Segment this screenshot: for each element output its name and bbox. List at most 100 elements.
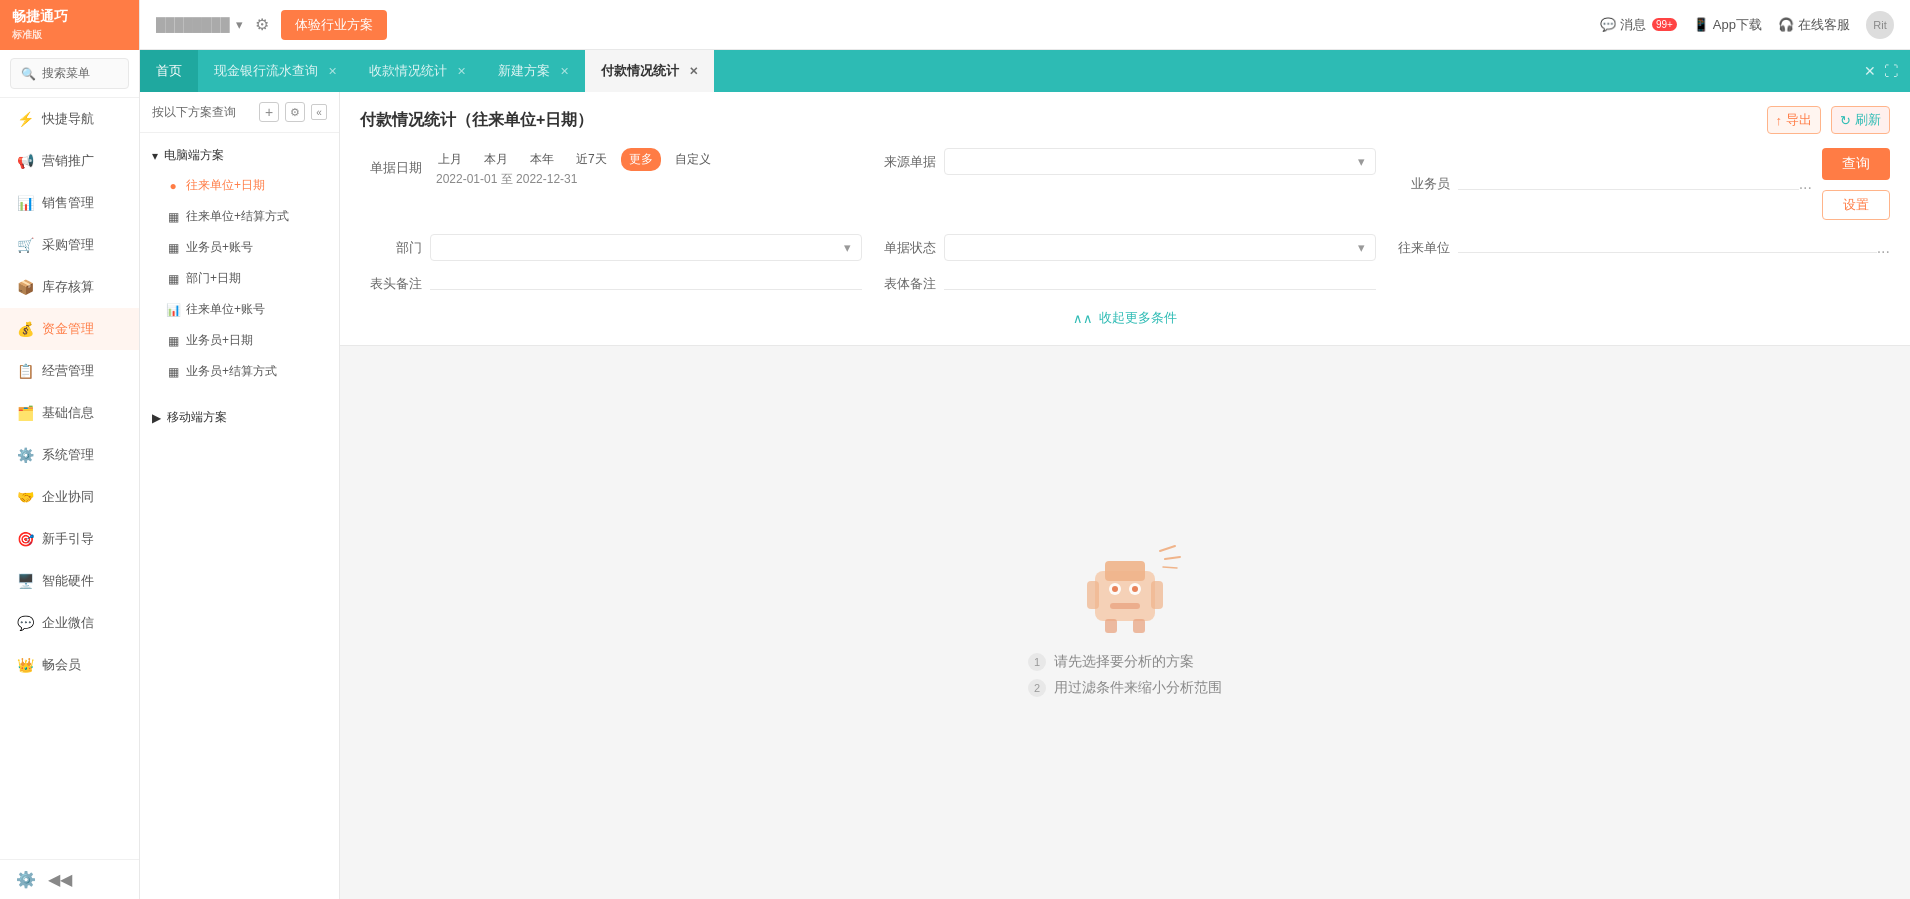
left-panel: 按以下方案查询 + ⚙ « ▾ 电脑端方案 ● 往来单位+日期 ▦ [140,92,340,899]
trial-industry-button[interactable]: 体验行业方案 [281,10,387,40]
edit-scheme-button[interactable]: ⚙ [285,102,305,122]
sidebar-item-finance[interactable]: 💰资金管理 [0,308,139,350]
tab-collection-stats-close[interactable]: ✕ [457,65,466,78]
user-avatar[interactable]: Rit [1866,11,1894,39]
salesman-dots[interactable]: ... [1799,175,1812,193]
setting-button[interactable]: 设置 [1822,190,1890,220]
date-tab-more[interactable]: 更多 [621,148,661,171]
close-tab-icon[interactable]: ✕ [1864,63,1876,79]
export-label: 导出 [1786,111,1812,129]
scheme-item-partner-settle[interactable]: ▦ 往来单位+结算方式 [140,201,339,232]
sidebar-item-operation[interactable]: 📋经营管理 [0,350,139,392]
date-tab-custom[interactable]: 自定义 [667,148,719,171]
step-1-text: 请先选择要分析的方案 [1054,653,1194,671]
scheme-item-partner-date[interactable]: ● 往来单位+日期 [140,170,339,201]
refresh-button[interactable]: ↻ 刷新 [1831,106,1890,134]
header-note-input[interactable] [430,279,862,290]
page-title: 付款情况统计（往来单位+日期） [360,110,593,131]
collapse-sidebar-icon[interactable]: ◀◀ [48,870,72,889]
sidebar-item-quick-nav[interactable]: ⚡快捷导航 [0,98,139,140]
scheme-item-partner-account[interactable]: 📊 往来单位+账号 [140,294,339,325]
sidebar-item-system[interactable]: ⚙️系统管理 [0,434,139,476]
partner-filter: 往来单位 ... [1388,239,1890,257]
maximize-icon[interactable]: ⛶ [1884,63,1898,79]
date-tab-this-month[interactable]: 本月 [476,148,516,171]
nav-icon-operation: 📋 [16,362,34,380]
nav-label-marketing: 营销推广 [42,152,94,170]
scheme-item-salesman-settle[interactable]: ▦ 业务员+结算方式 [140,356,339,387]
tab-collection-stats-label: 收款情况统计 [369,62,447,80]
sidebar-item-enterprise[interactable]: 🤝企业协同 [0,476,139,518]
company-name: ████████ [156,17,230,32]
settings-button[interactable]: ⚙ [255,15,269,34]
sidebar-item-basic-info[interactable]: 🗂️基础信息 [0,392,139,434]
scheme-item-label: 业务员+结算方式 [186,363,277,380]
main-content: ████████ ▾ ⚙ 体验行业方案 💬 消息 99+ 📱 App下载 🎧 在… [140,0,1910,899]
sidebar-item-sales[interactable]: 📊销售管理 [0,182,139,224]
search-menu-button[interactable]: 🔍 搜索菜单 [10,58,129,89]
partner-dots[interactable]: ... [1877,239,1890,257]
nav-icon-finance: 💰 [16,320,34,338]
tab-home[interactable]: 首页 [140,50,198,92]
scheme-item-salesman-date[interactable]: ▦ 业务员+日期 [140,325,339,356]
scheme-group-mobile-header[interactable]: ▶ 移动端方案 [140,403,339,432]
sidebar-item-inventory[interactable]: 📦库存核算 [0,266,139,308]
chevron-down-icon: ▾ [844,240,851,255]
tab-new-scheme[interactable]: 新建方案 ✕ [482,50,585,92]
tab-payment-stats-close[interactable]: ✕ [689,65,698,78]
partner-input[interactable] [1458,242,1877,253]
tab-new-scheme-close[interactable]: ✕ [560,65,569,78]
tab-bank-flow-close[interactable]: ✕ [328,65,337,78]
export-button[interactable]: ↑ 导出 [1767,106,1822,134]
nav-icon-system: ⚙️ [16,446,34,464]
settings-icon[interactable]: ⚙️ [16,870,36,889]
sidebar-item-marketing[interactable]: 📢 营销推广 [0,140,139,182]
date-tab-last-month[interactable]: 上月 [430,148,470,171]
app-name: 畅捷通巧 [12,8,68,26]
sidebar-item-member[interactable]: 👑畅会员 [0,644,139,686]
scheme-group-mobile-label: 移动端方案 [167,409,227,426]
tabbar: 首页 现金银行流水查询 ✕ 收款情况统计 ✕ 新建方案 ✕ 付款情况统计 ✕ ✕… [140,50,1910,92]
sidebar: 畅捷通巧 标准版 🔍 搜索菜单 ⚡快捷导航📢营销推广📊销售管理🛒采购管理📦库存核… [0,0,140,899]
body-note-input[interactable] [944,279,1376,290]
sidebar-item-guide[interactable]: 🎯新手引导 [0,518,139,560]
nav-label-inventory: 库存核算 [42,278,94,296]
message-icon: 💬 [1600,17,1616,32]
scheme-group-desktop-header[interactable]: ▾ 电脑端方案 [140,141,339,170]
date-tab-7days[interactable]: 近7天 [568,148,615,171]
scheme-icon: ▦ [166,241,180,255]
doc-status-select[interactable]: ▾ [944,234,1376,261]
sidebar-item-hardware[interactable]: 🖥️智能硬件 [0,560,139,602]
query-button[interactable]: 查询 [1822,148,1890,180]
tab-payment-stats[interactable]: 付款情况统计 ✕ [585,50,714,92]
tab-collection-stats[interactable]: 收款情况统计 ✕ [353,50,482,92]
app-download-button[interactable]: 📱 App下载 [1693,16,1762,34]
collapse-panel-button[interactable]: « [311,104,327,120]
scheme-item-dept-date[interactable]: ▦ 部门+日期 [140,263,339,294]
scheme-group-desktop: ▾ 电脑端方案 ● 往来单位+日期 ▦ 往来单位+结算方式 ▦ 业务员+账号 ▦ [140,133,339,395]
svg-line-13 [1163,567,1177,568]
tab-bank-flow[interactable]: 现金银行流水查询 ✕ [198,50,353,92]
scheme-item-salesman-account[interactable]: ▦ 业务员+账号 [140,232,339,263]
source-doc-select[interactable]: ▾ [944,148,1376,175]
sidebar-item-wechat[interactable]: 💬企业微信 [0,602,139,644]
dept-select[interactable]: ▾ [430,234,862,261]
app-download-label: App下载 [1713,16,1762,34]
nav-icon-marketing: 📢 [16,152,34,170]
body-note-filter: 表体备注 [874,275,1376,293]
date-tabs: 上月 本月 本年 近7天 更多 自定义 [430,148,862,171]
message-button[interactable]: 💬 消息 99+ [1600,16,1677,34]
salesman-label: 业务员 [1388,175,1458,193]
online-service-button[interactable]: 🎧 在线客服 [1778,16,1850,34]
salesman-input[interactable] [1458,179,1799,190]
scheme-item-label: 往来单位+日期 [186,177,265,194]
nav-label-quick-nav: 快捷导航 [42,110,94,128]
date-tab-this-year[interactable]: 本年 [522,148,562,171]
add-scheme-button[interactable]: + [259,102,279,122]
refresh-label: 刷新 [1855,111,1881,129]
sidebar-item-purchase[interactable]: 🛒采购管理 [0,224,139,266]
collapse-more-button[interactable]: ∧∧ 收起更多条件 [360,299,1890,331]
company-selector[interactable]: ████████ ▾ [156,17,243,32]
scheme-icon: ▦ [166,334,180,348]
nav-icon-member: 👑 [16,656,34,674]
